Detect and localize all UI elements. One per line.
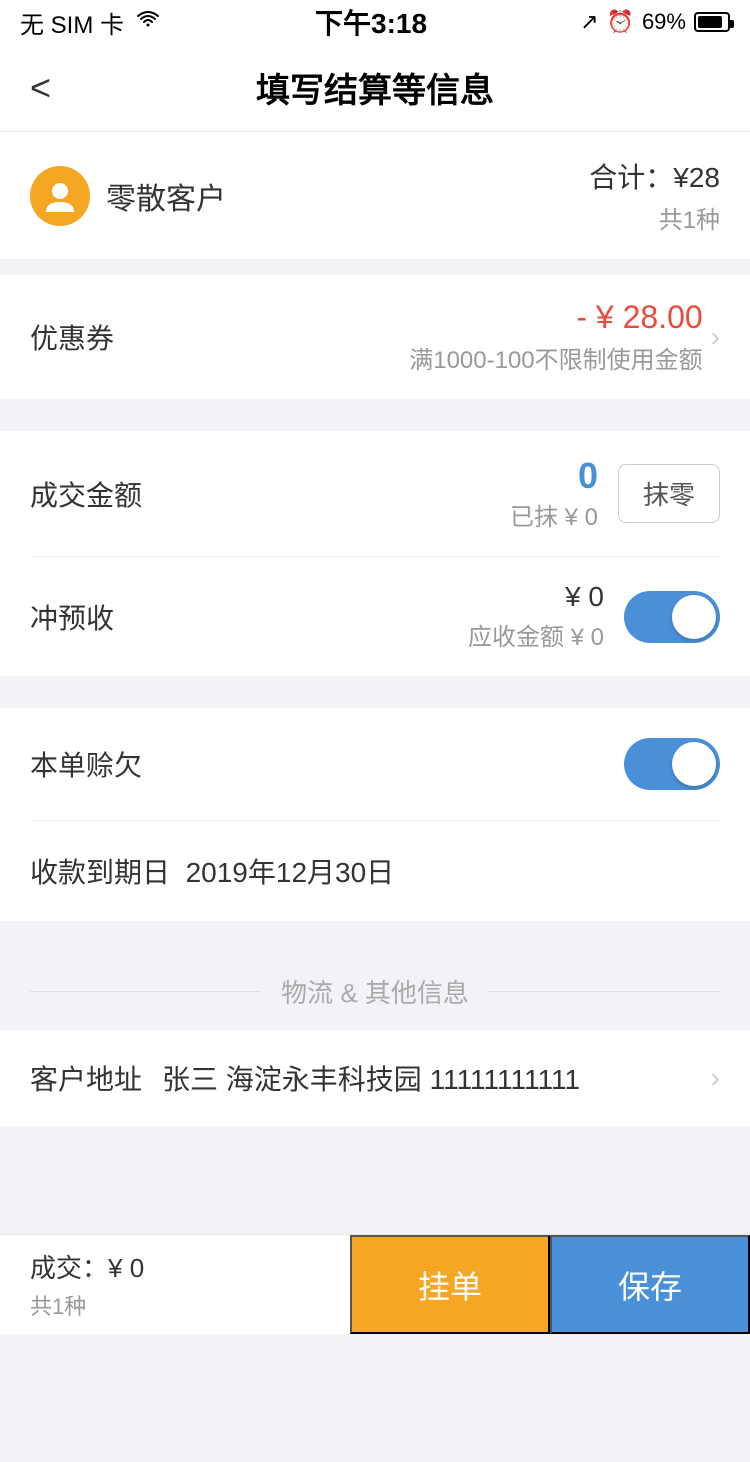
back-button[interactable]: <: [30, 67, 51, 109]
nav-bar: < 填写结算等信息: [0, 44, 750, 132]
section-divider-3: [0, 937, 750, 953]
hang-order-button[interactable]: 挂单: [350, 1235, 550, 1334]
coupon-value-wrap: - ¥ 28.00 满1000-100不限制使用金额: [409, 299, 702, 375]
address-value: 张三 海淀永丰科技园 11111111111: [162, 1058, 703, 1098]
battery-label: 69%: [642, 9, 686, 35]
bottom-bar: 成交：¥ 0 共1种 挂单 保存: [0, 1234, 750, 1334]
alarm-icon: ⏰: [607, 9, 634, 35]
bottom-deal-value: ¥ 0: [108, 1253, 144, 1283]
bottom-deal-label: 成交：¥ 0: [30, 1248, 320, 1285]
customer-count: 共1种: [589, 200, 720, 235]
status-right: ↗ ⏰ 69%: [580, 9, 730, 35]
debt-section: 本单赊欠 收款到期日 2019年12月30日: [0, 708, 750, 921]
coupon-row[interactable]: 优惠券 - ¥ 28.00 满1000-100不限制使用金额 ›: [0, 275, 750, 399]
location-icon: ↗: [580, 9, 598, 35]
debt-label: 本单赊欠: [30, 744, 142, 784]
section-divider-1: [0, 415, 750, 431]
customer-name: 零散客户: [106, 174, 226, 218]
prepay-main: ¥ 0: [468, 581, 604, 613]
prepay-values: ¥ 0 应收金额 ¥ 0: [468, 581, 604, 652]
amount-value-wrap: 0 已抹 ¥ 0: [510, 455, 598, 532]
logistics-line-right: [489, 991, 720, 992]
address-row[interactable]: 客户地址 张三 海淀永丰科技园 11111111111 ›: [0, 1030, 750, 1126]
logistics-title: 物流 & 其他信息: [261, 973, 489, 1010]
no-sim-label: 无 SIM 卡: [20, 5, 124, 40]
customer-section: 零散客户 合计：¥28 共1种: [0, 132, 750, 259]
battery-icon: [694, 12, 730, 32]
wifi-icon: [134, 8, 162, 36]
due-date-label: 收款到期日 2019年12月30日: [30, 857, 394, 888]
address-chevron-icon: ›: [711, 1062, 720, 1094]
address-chevron-wrap: ›: [703, 1062, 720, 1094]
coupon-chevron-icon: ›: [711, 321, 720, 353]
amount-right: 0 已抹 ¥ 0 抹零: [510, 455, 720, 532]
bottom-info: 成交：¥ 0 共1种: [0, 1235, 350, 1334]
customer-total: 合计：¥28: [589, 156, 720, 196]
prepay-toggle[interactable]: [624, 591, 720, 643]
logistics-header: 物流 & 其他信息: [0, 953, 750, 1030]
amount-row: 成交金额 0 已抹 ¥ 0 抹零: [0, 431, 750, 556]
debt-row: 本单赊欠: [0, 708, 750, 820]
status-bar: 无 SIM 卡 下午3:18 ↗ ⏰ 69%: [0, 0, 750, 44]
coupon-section: 优惠券 - ¥ 28.00 满1000-100不限制使用金额 ›: [0, 275, 750, 399]
customer-right: 合计：¥28 共1种: [589, 156, 720, 235]
coupon-label: 优惠券: [30, 317, 114, 357]
prepay-right: ¥ 0 应收金额 ¥ 0: [468, 581, 720, 652]
save-button[interactable]: 保存: [550, 1235, 750, 1334]
section-divider-2: [0, 692, 750, 708]
coupon-value: - ¥ 28.00: [409, 299, 702, 336]
round-zero-button[interactable]: 抹零: [618, 464, 720, 523]
due-date-row: 收款到期日 2019年12月30日: [0, 821, 750, 921]
page-title: 填写结算等信息: [256, 63, 494, 112]
logistics-line-left: [30, 991, 261, 992]
customer-left: 零散客户: [30, 166, 226, 226]
prepay-label: 冲预收: [30, 597, 114, 637]
amount-label: 成交金额: [30, 474, 142, 514]
customer-avatar: [30, 166, 90, 226]
amount-prepay-section: 成交金额 0 已抹 ¥ 0 抹零 冲预收 ¥ 0 应收金额 ¥ 0: [0, 431, 750, 676]
address-label: 客户地址: [30, 1058, 142, 1098]
amount-value: 0: [510, 455, 598, 497]
due-date-value: 2019年12月30日: [186, 857, 395, 888]
status-left: 无 SIM 卡: [20, 5, 162, 40]
debt-toggle[interactable]: [624, 738, 720, 790]
prepay-sub: 应收金额 ¥ 0: [468, 617, 604, 652]
customer-row: 零散客户 合计：¥28 共1种: [0, 132, 750, 259]
amount-subtext: 已抹 ¥ 0: [510, 497, 598, 532]
status-time: 下午3:18: [315, 2, 427, 42]
address-section: 客户地址 张三 海淀永丰科技园 11111111111 ›: [0, 1030, 750, 1126]
bottom-count: 共1种: [30, 1289, 320, 1321]
prepay-row: 冲预收 ¥ 0 应收金额 ¥ 0: [0, 557, 750, 676]
coupon-subtext: 满1000-100不限制使用金额: [409, 340, 702, 375]
